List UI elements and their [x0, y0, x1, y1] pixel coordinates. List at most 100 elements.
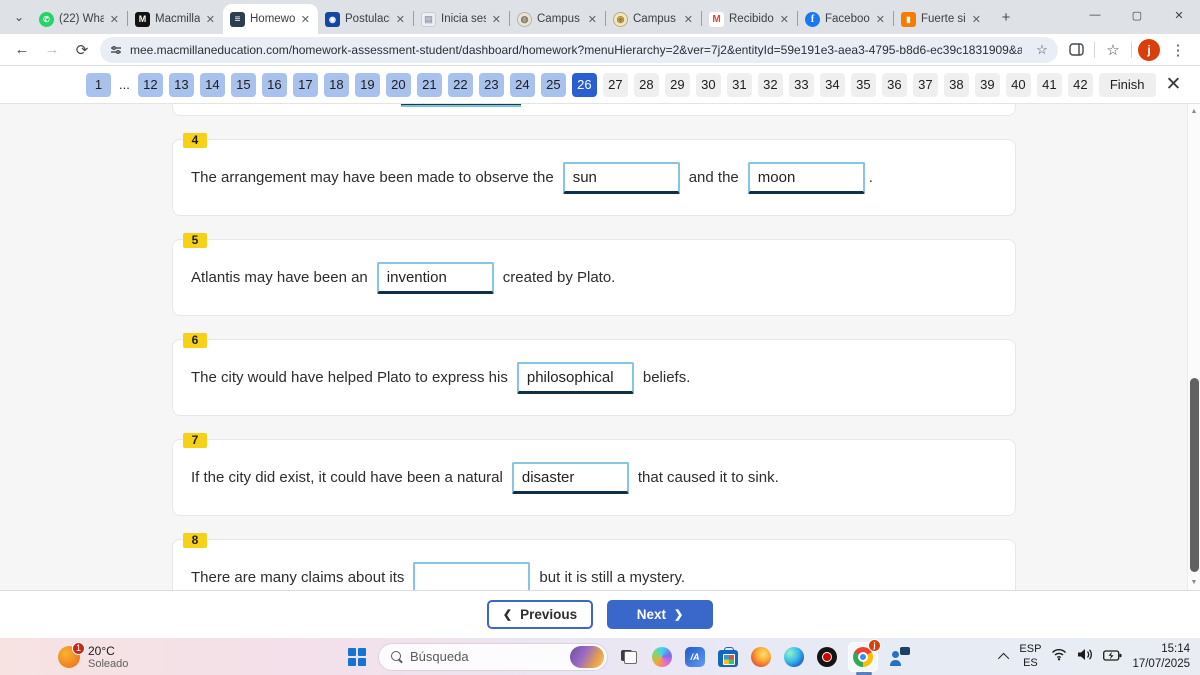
answer-input[interactable]	[747, 161, 865, 194]
tab-close-icon[interactable]: ✕	[875, 13, 886, 26]
question-nav-item-41[interactable]: 41	[1036, 72, 1062, 97]
tab-close-icon[interactable]: ✕	[491, 13, 502, 26]
question-nav-item-24[interactable]: 24	[509, 72, 535, 97]
question-nav-item-34[interactable]: 34	[819, 72, 845, 97]
menu-kebab-icon[interactable]: ⋮	[1166, 38, 1190, 62]
browser-tab-campus-1[interactable]: Campus Vi ✕	[510, 4, 605, 34]
contacts-app-button[interactable]	[887, 645, 911, 669]
tab-search-chevron-icon[interactable]: ⌄	[6, 4, 32, 30]
taskbar-clock[interactable]: 15:14 17/07/2025	[1132, 642, 1190, 672]
question-nav-item-16[interactable]: 16	[261, 72, 287, 97]
profile-avatar[interactable]: j	[1138, 38, 1160, 61]
slash-a-app-button[interactable]: /A	[683, 645, 707, 669]
question-nav-item-26[interactable]: 26	[571, 72, 597, 97]
taskbar-search-box[interactable]: Búsqueda	[378, 642, 608, 671]
new-tab-button[interactable]: +	[993, 4, 1019, 30]
answer-input[interactable]	[562, 161, 680, 194]
question-nav-item-37[interactable]: 37	[912, 72, 938, 97]
tab-close-icon[interactable]: ✕	[587, 13, 598, 26]
edge-button[interactable]	[782, 645, 806, 669]
browser-tab-macmillan[interactable]: Macmillan ✕	[128, 4, 223, 34]
browser-tab-whatsapp[interactable]: (22) Whats ✕	[32, 4, 127, 34]
answer-input[interactable]	[413, 561, 531, 590]
question-nav-item-23[interactable]: 23	[478, 72, 504, 97]
media-app-button[interactable]	[815, 645, 839, 669]
question-nav-item-32[interactable]: 32	[757, 72, 783, 97]
question-nav-item-28[interactable]: 28	[633, 72, 659, 97]
media-disc-icon	[817, 646, 837, 667]
question-nav-item-36[interactable]: 36	[881, 72, 907, 97]
question-nav-item-35[interactable]: 35	[850, 72, 876, 97]
answer-input[interactable]	[511, 461, 629, 494]
wifi-icon[interactable]	[1051, 648, 1067, 666]
question-nav-item-30[interactable]: 30	[695, 72, 721, 97]
task-view-button[interactable]	[617, 645, 641, 669]
microsoft-store-button[interactable]	[716, 645, 740, 669]
tab-close-icon[interactable]: ✕	[205, 13, 216, 26]
next-button[interactable]: Next ❯	[607, 600, 713, 629]
question-nav-item-25[interactable]: 25	[540, 72, 566, 97]
browser-tab-postulacion[interactable]: Postulació ✕	[318, 4, 413, 34]
browser-tab-facebook[interactable]: Facebook ✕	[798, 4, 893, 34]
scroll-up-arrow-icon[interactable]: ▲	[1188, 108, 1200, 115]
tab-close-icon[interactable]: ✕	[683, 13, 694, 26]
scroll-down-arrow-icon[interactable]: ▼	[1188, 579, 1200, 586]
browser-tab-gmail[interactable]: Recibidos ✕	[702, 4, 797, 34]
browser-tab-fuerte[interactable]: Fuerte sism ✕	[894, 4, 989, 34]
finish-button[interactable]: Finish	[1098, 72, 1156, 97]
battery-icon[interactable]	[1103, 648, 1122, 666]
question-nav-item-21[interactable]: 21	[416, 72, 442, 97]
browser-tab-homework-active[interactable]: Homework ✕	[223, 4, 318, 34]
back-button[interactable]: ←	[10, 38, 34, 62]
chrome-button-active[interactable]: j	[848, 638, 881, 675]
question-nav-item-33[interactable]: 33	[788, 72, 814, 97]
question-nav-item-39[interactable]: 39	[974, 72, 1000, 97]
address-bar[interactable]: mee.macmillaneducation.com/homework-asse…	[100, 36, 1058, 63]
question-nav-item-22[interactable]: 22	[447, 72, 473, 97]
window-maximize-button[interactable]: ▢	[1116, 0, 1158, 30]
weather-widget[interactable]: 1 20°C Soleado	[0, 641, 128, 670]
tab-close-icon[interactable]: ✕	[395, 13, 406, 26]
tab-close-icon[interactable]: ✕	[779, 13, 790, 26]
question-nav-item-14[interactable]: 14	[199, 72, 225, 97]
question-nav-item-15[interactable]: 15	[230, 72, 256, 97]
question-nav-item-18[interactable]: 18	[323, 72, 349, 97]
question-nav-item-19[interactable]: 19	[354, 72, 380, 97]
firefox-button[interactable]	[749, 645, 773, 669]
side-panel-icon[interactable]	[1064, 38, 1088, 62]
question-nav-item-42[interactable]: 42	[1067, 72, 1093, 97]
bookmark-star-icon[interactable]: ☆	[1030, 38, 1054, 62]
page-scrollbar[interactable]: ▲ ▼	[1187, 104, 1200, 590]
question-nav-item-1[interactable]: 1	[86, 72, 111, 97]
window-close-button[interactable]: ✕	[1158, 0, 1200, 30]
assessment-close-icon[interactable]: ✕	[1162, 73, 1186, 96]
browser-tab-campus-2[interactable]: Campus Vi ✕	[606, 4, 701, 34]
reload-button[interactable]: ⟳	[70, 38, 94, 62]
bookmark-sparkle-icon[interactable]: ☆	[1101, 38, 1125, 62]
start-button[interactable]	[345, 645, 369, 669]
window-minimize-button[interactable]: —	[1074, 0, 1116, 30]
question-nav-item-31[interactable]: 31	[726, 72, 752, 97]
question-nav-item-38[interactable]: 38	[943, 72, 969, 97]
question-nav-item-13[interactable]: 13	[168, 72, 194, 97]
question-nav-item-40[interactable]: 40	[1005, 72, 1031, 97]
previous-button[interactable]: ❮ Previous	[487, 600, 593, 629]
question-nav-item-20[interactable]: 20	[385, 72, 411, 97]
answer-input[interactable]	[516, 361, 634, 394]
language-indicator[interactable]: ESP ES	[1019, 643, 1041, 671]
tray-chevron-up-icon[interactable]	[998, 652, 1010, 664]
browser-tab-inicia-sesion[interactable]: Inicia sesió ✕	[414, 4, 509, 34]
site-info-icon[interactable]	[110, 44, 122, 56]
copilot-button[interactable]	[650, 645, 674, 669]
question-nav-item-27[interactable]: 27	[602, 72, 628, 97]
scrollbar-thumb[interactable]	[1190, 378, 1199, 572]
question-nav-item-12[interactable]: 12	[137, 72, 163, 97]
volume-icon[interactable]	[1077, 648, 1093, 666]
answer-input[interactable]	[376, 261, 494, 294]
tab-close-icon[interactable]: ✕	[971, 13, 982, 26]
tab-close-icon[interactable]: ✕	[300, 13, 311, 26]
question-nav-item-17[interactable]: 17	[292, 72, 318, 97]
question-nav-item-29[interactable]: 29	[664, 72, 690, 97]
tab-close-icon[interactable]: ✕	[109, 13, 120, 26]
forward-button[interactable]: →	[40, 38, 64, 62]
